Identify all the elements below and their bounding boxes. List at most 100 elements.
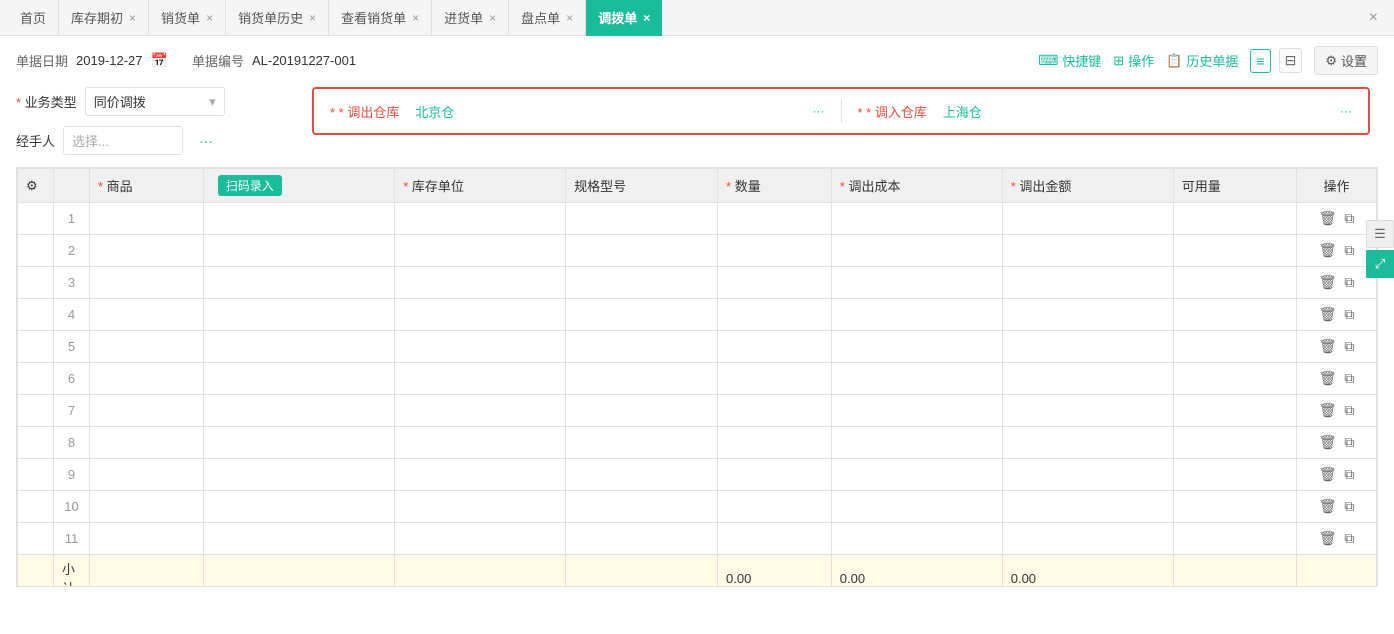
row-cost-9[interactable] [831, 459, 1002, 491]
row-unit-2[interactable] [395, 235, 566, 267]
row-unit-5[interactable] [395, 331, 566, 363]
tab-sales-history[interactable]: 销货单历史 × [226, 0, 329, 36]
row-copy-9[interactable]: ⧉ [1344, 466, 1354, 483]
row-amount-2[interactable] [1002, 235, 1173, 267]
list-view-button[interactable]: ≡ [1250, 49, 1270, 73]
row-copy-10[interactable]: ⧉ [1344, 498, 1354, 515]
row-unit-1[interactable] [395, 203, 566, 235]
row-cost-2[interactable] [831, 235, 1002, 267]
row-delete-10[interactable]: 🗑 [1319, 498, 1337, 515]
row-spec-10[interactable] [566, 491, 718, 523]
row-spec-5[interactable] [566, 331, 718, 363]
row-goods-10[interactable] [90, 491, 204, 523]
table-settings-header[interactable]: ⚙ [18, 169, 54, 203]
row-spec-1[interactable] [566, 203, 718, 235]
row-delete-4[interactable]: 🗑 [1319, 306, 1337, 323]
history-button[interactable]: 📋 历史单据 [1166, 51, 1238, 70]
row-cost-6[interactable] [831, 363, 1002, 395]
row-cost-4[interactable] [831, 299, 1002, 331]
row-spec-3[interactable] [566, 267, 718, 299]
row-cost-3[interactable] [831, 267, 1002, 299]
row-qty-8[interactable] [718, 427, 832, 459]
person-select[interactable]: 选择... [63, 126, 183, 155]
row-goods-4[interactable] [90, 299, 204, 331]
row-goods-3[interactable] [90, 267, 204, 299]
row-goods-5[interactable] [90, 331, 204, 363]
row-amount-10[interactable] [1002, 491, 1173, 523]
out-warehouse-more-button[interactable]: ··· [813, 104, 825, 118]
tab-sales-order[interactable]: 销货单 × [149, 0, 226, 36]
tab-home[interactable]: 首页 [8, 0, 59, 36]
row-qty-6[interactable] [718, 363, 832, 395]
calendar-icon[interactable]: 📅 [151, 52, 168, 69]
row-unit-3[interactable] [395, 267, 566, 299]
row-qty-11[interactable] [718, 523, 832, 555]
row-unit-4[interactable] [395, 299, 566, 331]
row-copy-11[interactable]: ⧉ [1344, 530, 1354, 547]
tab-view-sales-close[interactable]: × [412, 11, 419, 25]
row-cost-11[interactable] [831, 523, 1002, 555]
row-spec-11[interactable] [566, 523, 718, 555]
row-goods-8[interactable] [90, 427, 204, 459]
row-delete-5[interactable]: 🗑 [1319, 338, 1337, 355]
row-delete-9[interactable]: 🗑 [1319, 466, 1337, 483]
grid-view-button[interactable]: ⊟ [1279, 48, 1303, 73]
row-amount-1[interactable] [1002, 203, 1173, 235]
row-unit-7[interactable] [395, 395, 566, 427]
person-more-button[interactable]: ··· [199, 133, 213, 149]
row-amount-4[interactable] [1002, 299, 1173, 331]
row-spec-4[interactable] [566, 299, 718, 331]
row-qty-10[interactable] [718, 491, 832, 523]
row-goods-2[interactable] [90, 235, 204, 267]
row-qty-9[interactable] [718, 459, 832, 491]
row-unit-6[interactable] [395, 363, 566, 395]
row-amount-3[interactable] [1002, 267, 1173, 299]
side-expand-button[interactable]: ⤢ [1366, 250, 1394, 278]
tab-sales-history-close[interactable]: × [309, 11, 316, 25]
tab-transfer[interactable]: 调拨单 × [586, 0, 662, 36]
tab-transfer-close[interactable]: × [643, 11, 650, 25]
row-delete-8[interactable]: 🗑 [1319, 434, 1337, 451]
row-goods-7[interactable] [90, 395, 204, 427]
row-amount-8[interactable] [1002, 427, 1173, 459]
tab-inventory-close[interactable]: × [566, 11, 573, 25]
row-delete-7[interactable]: 🗑 [1319, 402, 1337, 419]
tab-sales-order-close[interactable]: × [206, 11, 213, 25]
row-cost-7[interactable] [831, 395, 1002, 427]
row-amount-5[interactable] [1002, 331, 1173, 363]
row-amount-7[interactable] [1002, 395, 1173, 427]
row-delete-3[interactable]: 🗑 [1319, 274, 1337, 291]
row-qty-1[interactable] [718, 203, 832, 235]
row-copy-8[interactable]: ⧉ [1344, 434, 1354, 451]
row-delete-2[interactable]: 🗑 [1319, 242, 1337, 259]
in-warehouse-more-button[interactable]: ··· [1340, 104, 1352, 118]
tab-inventory-init[interactable]: 库存期初 × [59, 0, 149, 36]
row-unit-8[interactable] [395, 427, 566, 459]
row-spec-6[interactable] [566, 363, 718, 395]
row-spec-9[interactable] [566, 459, 718, 491]
row-unit-10[interactable] [395, 491, 566, 523]
tab-view-sales[interactable]: 查看销货单 × [329, 0, 432, 36]
table-scan-header[interactable]: 扫码录入 [203, 169, 394, 203]
row-unit-9[interactable] [395, 459, 566, 491]
settings-button[interactable]: ⚙ 设置 [1314, 46, 1378, 75]
row-delete-6[interactable]: 🗑 [1319, 370, 1337, 387]
tab-inventory[interactable]: 盘点单 × [509, 0, 586, 36]
business-type-select[interactable]: 同价调拨 ▾ [85, 87, 225, 116]
row-copy-1[interactable]: ⧉ [1344, 210, 1354, 227]
row-qty-7[interactable] [718, 395, 832, 427]
row-goods-11[interactable] [90, 523, 204, 555]
tab-inventory-init-close[interactable]: × [129, 11, 136, 25]
row-cost-5[interactable] [831, 331, 1002, 363]
row-copy-2[interactable]: ⧉ [1344, 242, 1354, 259]
row-qty-5[interactable] [718, 331, 832, 363]
row-copy-3[interactable]: ⧉ [1344, 274, 1354, 291]
tab-purchase[interactable]: 进货单 × [432, 0, 509, 36]
row-goods-6[interactable] [90, 363, 204, 395]
window-close-button[interactable]: × [1361, 9, 1386, 27]
row-delete-11[interactable]: 🗑 [1319, 530, 1337, 547]
row-amount-9[interactable] [1002, 459, 1173, 491]
row-cost-1[interactable] [831, 203, 1002, 235]
tab-purchase-close[interactable]: × [489, 11, 496, 25]
row-copy-7[interactable]: ⧉ [1344, 402, 1354, 419]
